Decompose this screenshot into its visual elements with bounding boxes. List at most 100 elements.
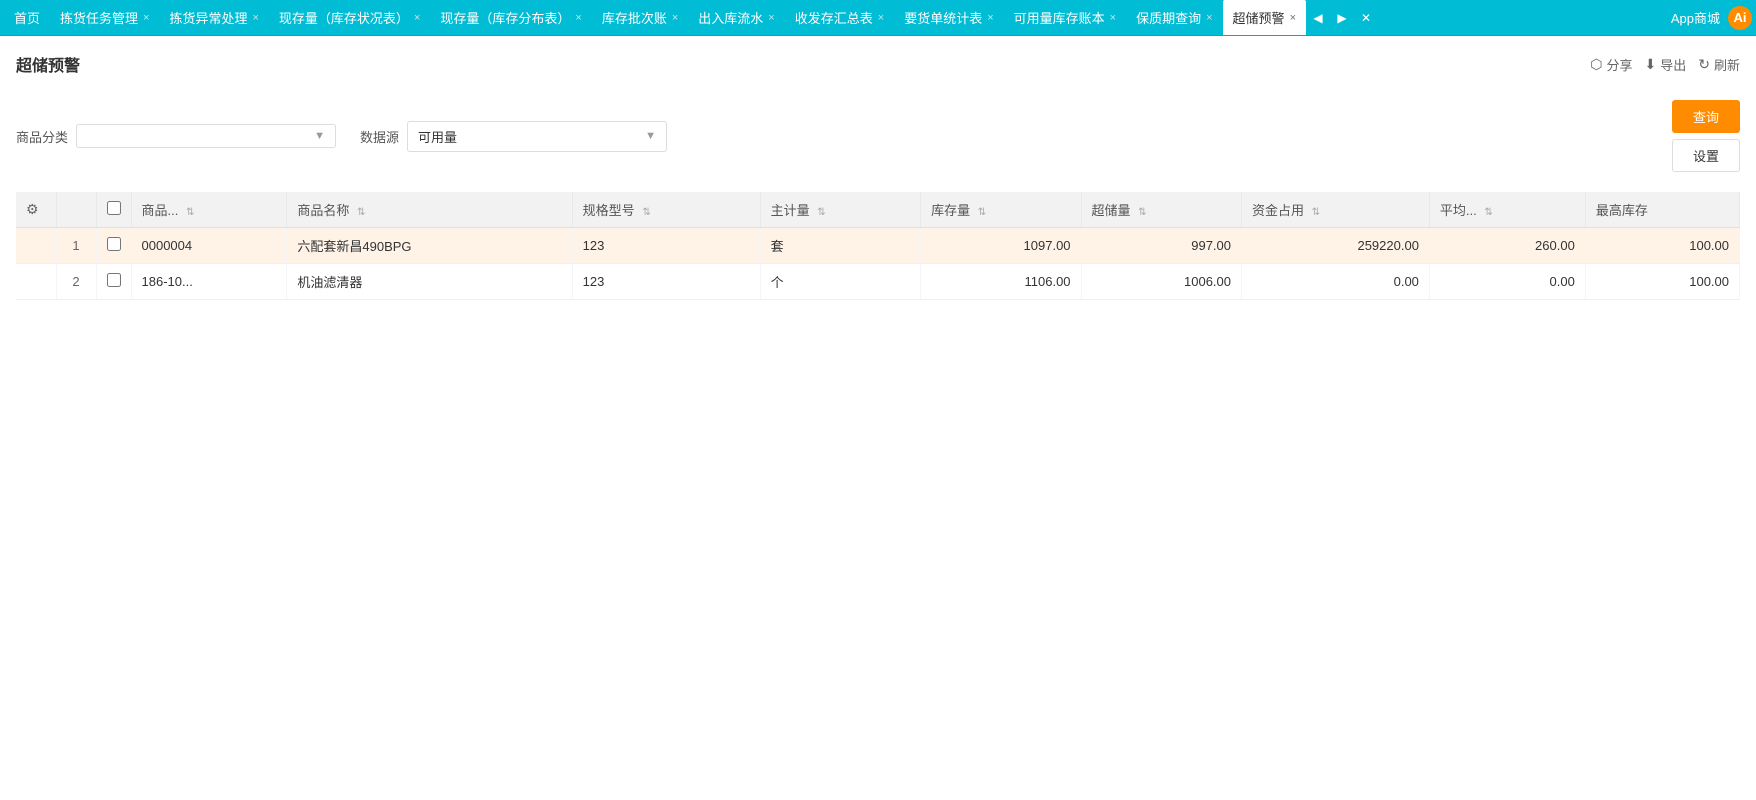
table-header-row: ⚙ 商品... ⇅ 商品名称 ⇅ 规格型号 ⇅ [16, 192, 1740, 228]
row-code-0: 0000004 [131, 228, 287, 264]
row-index-0: 1 [56, 228, 96, 264]
sort-icon-name: ⇅ [357, 207, 365, 218]
row-spec-1: 123 [572, 264, 760, 300]
datasource-dropdown-arrow: ▼ [645, 130, 656, 142]
sort-icon-capital: ⇅ [1312, 207, 1320, 218]
nav-close-task-mgmt[interactable]: × [143, 12, 149, 24]
nav-close-exception[interactable]: × [252, 12, 258, 24]
nav-close-inventory-status[interactable]: × [414, 12, 420, 24]
nav-inout-flow[interactable]: 出入库流水 × [688, 0, 784, 36]
nav-inventory-dist[interactable]: 现存量（库存分布表） × [430, 0, 591, 36]
avatar[interactable]: Ai [1728, 6, 1752, 30]
row-maxstock-1: 100.00 [1585, 264, 1739, 300]
th-unit[interactable]: 主计量 ⇅ [760, 192, 920, 228]
nav-inventory-status[interactable]: 现存量（库存状况表） × [269, 0, 430, 36]
share-icon: ⬡ [1590, 56, 1602, 73]
refresh-icon: ↻ [1698, 56, 1710, 73]
row-unit-0: 套 [760, 228, 920, 264]
row-avg-1: 0.00 [1429, 264, 1585, 300]
th-spec[interactable]: 规格型号 ⇅ [572, 192, 760, 228]
page-header: 超储预警 ⬡ 分享 ⬇ 导出 ↻ 刷新 [16, 52, 1740, 76]
table-row: 1 0000004 六配套新昌490BPG 123 套 1097.00 997.… [16, 228, 1740, 264]
row-index-1: 2 [56, 264, 96, 300]
row-settings-0 [16, 228, 56, 264]
nav-close-inout-flow[interactable]: × [768, 12, 774, 24]
row-name-1: 机油滤清器 [287, 264, 572, 300]
sort-icon-overstock: ⇅ [1138, 207, 1146, 218]
nav-arrow-left[interactable]: ◀ [1306, 0, 1330, 36]
row-checkbox-1[interactable] [96, 264, 131, 300]
sort-icon-unit: ⇅ [817, 207, 825, 218]
export-button[interactable]: ⬇ 导出 [1645, 55, 1687, 74]
query-button[interactable]: 查询 [1672, 100, 1740, 133]
nav-expiry-query[interactable]: 保质期查询 × [1126, 0, 1222, 36]
nav-batch-account[interactable]: 库存批次账 × [592, 0, 688, 36]
nav-exception[interactable]: 拣货异常处理 × [159, 0, 268, 36]
navigation-bar: 首页 拣货任务管理 × 拣货异常处理 × 现存量（库存状况表） × 现存量（库存… [0, 0, 1756, 36]
th-maxstock[interactable]: 最高库存 [1585, 192, 1739, 228]
th-capital[interactable]: 资金占用 ⇅ [1242, 192, 1430, 228]
th-stock[interactable]: 库存量 ⇅ [921, 192, 1081, 228]
row-overstock-1: 1006.00 [1081, 264, 1241, 300]
table-row: 2 186-10... 机油滤清器 123 个 1106.00 1006.00 … [16, 264, 1740, 300]
sort-icon-code: ⇅ [186, 207, 194, 218]
nav-close-overstock[interactable]: × [1290, 12, 1296, 24]
share-button[interactable]: ⬡ 分享 [1590, 55, 1632, 74]
datasource-label: 数据源 [360, 127, 399, 146]
select-all-checkbox[interactable] [107, 201, 121, 215]
row-stock-1: 1106.00 [921, 264, 1081, 300]
nav-close-batch-account[interactable]: × [672, 12, 678, 24]
category-dropdown-arrow: ▼ [314, 130, 325, 142]
nav-close-collect-summary[interactable]: × [878, 12, 884, 24]
row-capital-0: 259220.00 [1242, 228, 1430, 264]
th-name[interactable]: 商品名称 ⇅ [287, 192, 572, 228]
sort-icon-spec: ⇅ [642, 207, 650, 218]
row-capital-1: 0.00 [1242, 264, 1430, 300]
sort-icon-avg: ⇅ [1484, 207, 1492, 218]
sort-icon-stock: ⇅ [978, 207, 986, 218]
data-table: ⚙ 商品... ⇅ 商品名称 ⇅ 规格型号 ⇅ [16, 192, 1740, 300]
category-select[interactable]: ▼ [76, 124, 336, 148]
th-avg[interactable]: 平均... ⇅ [1429, 192, 1585, 228]
row-maxstock-0: 100.00 [1585, 228, 1739, 264]
filter-area: 商品分类 ▼ 数据源 可用量 ▼ 查询 设置 [16, 92, 1740, 180]
row-code-1: 186-10... [131, 264, 287, 300]
row-checkbox-0[interactable] [96, 228, 131, 264]
datasource-select[interactable]: 可用量 ▼ [407, 121, 667, 152]
nav-arrow-close[interactable]: ✕ [1354, 0, 1378, 36]
settings-button[interactable]: 设置 [1672, 139, 1740, 172]
th-index [56, 192, 96, 228]
th-code[interactable]: 商品... ⇅ [131, 192, 287, 228]
datasource-filter-group: 数据源 可用量 ▼ [360, 121, 667, 152]
nav-close-requisition-stats[interactable]: × [987, 12, 993, 24]
table-body: 1 0000004 六配套新昌490BPG 123 套 1097.00 997.… [16, 228, 1740, 300]
refresh-button[interactable]: ↻ 刷新 [1698, 55, 1740, 74]
category-filter-group: 商品分类 ▼ [16, 124, 336, 148]
nav-arrow-right[interactable]: ▶ [1330, 0, 1354, 36]
user-area: App商城 Ai [1671, 6, 1752, 30]
nav-available-account[interactable]: 可用量库存账本 × [1004, 0, 1126, 36]
nav-task-mgmt[interactable]: 拣货任务管理 × [50, 0, 159, 36]
nav-home[interactable]: 首页 [4, 0, 50, 36]
filter-buttons: 查询 设置 [1672, 100, 1740, 172]
nav-close-available-account[interactable]: × [1110, 12, 1116, 24]
app-store-label: App商城 [1671, 8, 1720, 27]
row-spec-0: 123 [572, 228, 760, 264]
row-settings-1 [16, 264, 56, 300]
th-checkbox [96, 192, 131, 228]
page-container: 超储预警 ⬡ 分享 ⬇ 导出 ↻ 刷新 商品分类 ▼ 数据源 [0, 36, 1756, 800]
th-overstock[interactable]: 超储量 ⇅ [1081, 192, 1241, 228]
nav-overstock-warning[interactable]: 超储预警 × [1223, 0, 1306, 36]
row-name-0: 六配套新昌490BPG [287, 228, 572, 264]
row-stock-0: 1097.00 [921, 228, 1081, 264]
nav-close-expiry-query[interactable]: × [1206, 12, 1212, 24]
nav-close-inventory-dist[interactable]: × [575, 12, 581, 24]
header-actions: ⬡ 分享 ⬇ 导出 ↻ 刷新 [1590, 55, 1740, 74]
nav-collect-summary[interactable]: 收发存汇总表 × [785, 0, 894, 36]
column-settings-icon[interactable]: ⚙ [26, 201, 39, 217]
nav-requisition-stats[interactable]: 要货单统计表 × [894, 0, 1003, 36]
row-unit-1: 个 [760, 264, 920, 300]
th-settings: ⚙ [16, 192, 56, 228]
category-label: 商品分类 [16, 127, 68, 146]
page-title: 超储预警 [16, 52, 80, 76]
